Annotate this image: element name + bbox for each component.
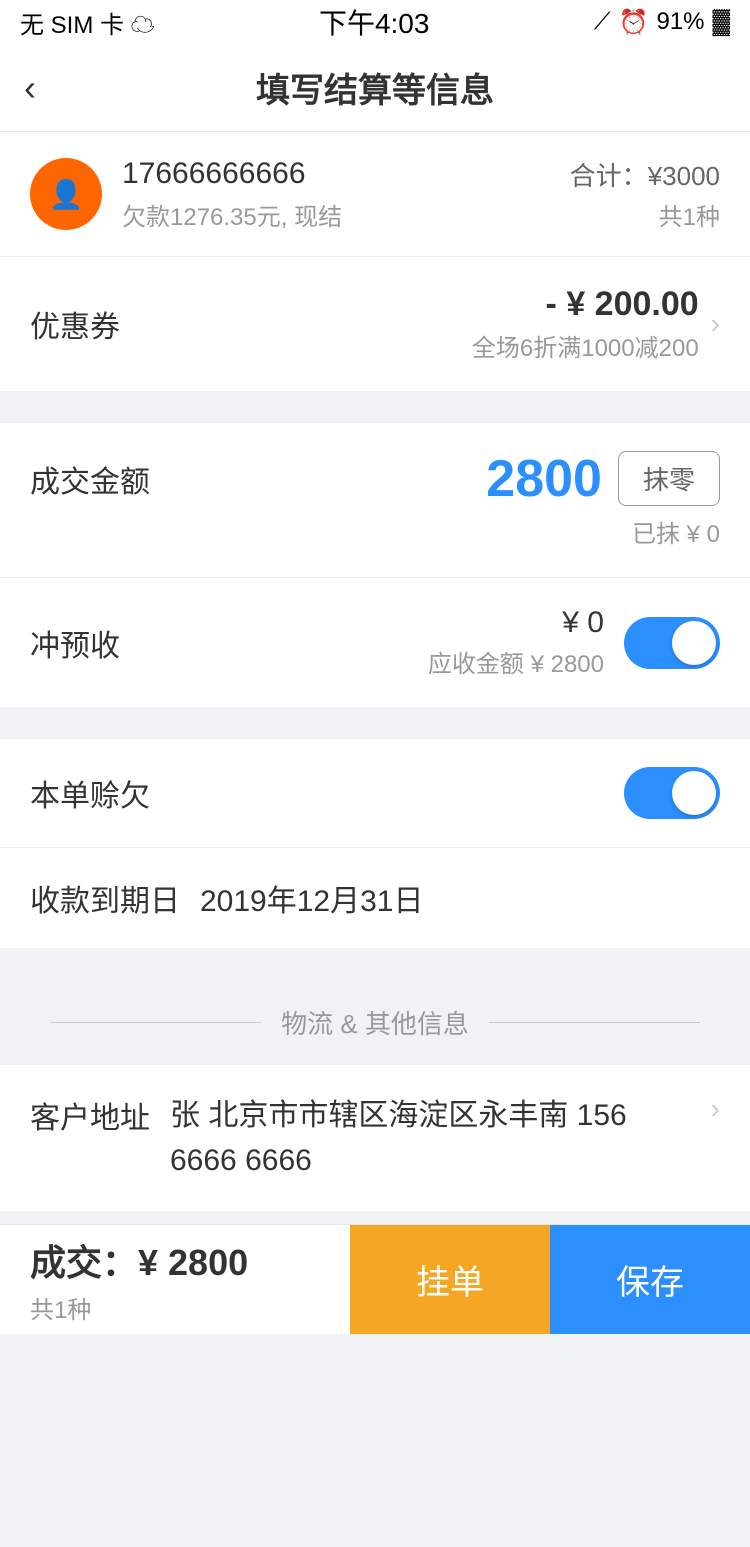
- coupon-label: 优惠券: [30, 302, 120, 346]
- bottom-summary: 成交：¥ 2800 共1种: [0, 1234, 350, 1325]
- amount-label: 成交金额: [30, 457, 150, 501]
- coupon-desc: 全场6折满1000减200: [472, 328, 699, 363]
- amount-row: 成交金额 2800 抹零: [30, 451, 720, 506]
- debit-label: 本单赊欠: [30, 771, 150, 815]
- flush-sub: 应收金额 ¥ 2800: [428, 644, 604, 679]
- total-label: 合计：¥3000: [570, 156, 720, 193]
- coupon-value: - ¥ 200.00: [472, 285, 699, 324]
- customer-card: 👤 17666666666 欠款1276.35元, 现结 合计：¥3000 共1…: [0, 132, 750, 391]
- divider-3: [0, 964, 750, 980]
- hold-button[interactable]: 挂单: [350, 1225, 550, 1334]
- debit-row: 本单赊欠: [30, 767, 720, 819]
- coupon-value-block: - ¥ 200.00 全场6折满1000减200: [472, 285, 699, 363]
- round-button[interactable]: 抹零: [618, 451, 720, 506]
- bottom-deal: 成交：¥ 2800: [30, 1234, 320, 1286]
- avatar: 👤: [30, 158, 102, 230]
- status-time: 下午4:03: [319, 2, 430, 42]
- customer-info: 17666666666 欠款1276.35元, 现结: [122, 157, 342, 232]
- customer-total: 合计：¥3000 共1种: [570, 156, 720, 232]
- debit-toggle[interactable]: [624, 767, 720, 819]
- due-date-row: 收款到期日 2019年12月31日: [30, 876, 720, 920]
- flush-label: 冲预收: [30, 621, 120, 665]
- logistics-header: 物流 & 其他信息: [0, 980, 750, 1065]
- flush-amount: ¥ 0: [428, 606, 604, 640]
- divider-1: [0, 407, 750, 423]
- coupon-chevron-icon: ›: [711, 308, 720, 340]
- flush-values: ¥ 0 应收金额 ¥ 2800: [428, 606, 604, 679]
- bottom-deal-value: ¥ 2800: [138, 1242, 248, 1283]
- address-chevron-icon: ›: [711, 1093, 720, 1125]
- due-date-label: 收款到期日: [30, 876, 180, 920]
- nav-bar: ‹ 填写结算等信息: [0, 44, 750, 132]
- total-count: 共1种: [570, 197, 720, 232]
- amount-right: 2800 抹零: [486, 451, 720, 506]
- main-content: 👤 17666666666 欠款1276.35元, 现结 合计：¥3000 共1…: [0, 132, 750, 1547]
- save-button[interactable]: 保存: [550, 1225, 750, 1334]
- status-left: 无 SIM 卡 ☁: [20, 5, 155, 40]
- bottom-bar: 成交：¥ 2800 共1种 挂单 保存: [0, 1224, 750, 1334]
- debit-card: 本单赊欠 收款到期日 2019年12月31日: [0, 739, 750, 948]
- flush-row: 冲预收 ¥ 0 应收金额 ¥ 2800: [30, 606, 720, 679]
- customer-row: 👤 17666666666 欠款1276.35元, 现结 合计：¥3000 共1…: [0, 132, 750, 256]
- coupon-right: - ¥ 200.00 全场6折满1000减200 ›: [472, 285, 720, 363]
- customer-subtitle: 欠款1276.35元, 现结: [122, 197, 342, 232]
- location-icon: ⟋: [594, 8, 611, 36]
- amount-value: 2800: [486, 453, 602, 505]
- signal-text: 无 SIM 卡 ☁: [20, 5, 155, 40]
- address-value: 张 北京市市辖区海淀区永丰南 156 6666 6666: [170, 1093, 691, 1183]
- clock-icon: ⏰: [619, 8, 649, 37]
- address-section[interactable]: 客户地址 张 北京市市辖区海淀区永丰南 156 6666 6666 ›: [0, 1065, 750, 1211]
- debit-section: 本单赊欠: [0, 739, 750, 847]
- amount-card: 成交金额 2800 抹零 已抹 ¥ 0 冲预收 ¥ 0 应收金额 ¥ 2800: [0, 423, 750, 707]
- back-button[interactable]: ‹: [24, 67, 36, 109]
- logistics-text: 物流 & 其他信息: [281, 1004, 469, 1041]
- bottom-deal-label: 成交：: [30, 1242, 138, 1283]
- amount-sub: 已抹 ¥ 0: [30, 514, 720, 549]
- flush-section: 冲预收 ¥ 0 应收金额 ¥ 2800: [0, 577, 750, 707]
- flush-right: ¥ 0 应收金额 ¥ 2800: [428, 606, 720, 679]
- customer-phone: 17666666666: [122, 157, 342, 191]
- customer-left: 👤 17666666666 欠款1276.35元, 现结: [30, 157, 342, 232]
- battery-icon: ▓: [712, 8, 730, 36]
- due-date-value: 2019年12月31日: [200, 876, 423, 920]
- bottom-count: 共1种: [30, 1290, 320, 1325]
- avatar-icon: 👤: [49, 178, 84, 211]
- battery-text: 91%: [656, 8, 704, 36]
- due-date-section: 收款到期日 2019年12月31日: [0, 847, 750, 948]
- flush-toggle[interactable]: [624, 617, 720, 669]
- address-label: 客户地址: [30, 1093, 150, 1137]
- coupon-row[interactable]: 优惠券 - ¥ 200.00 全场6折满1000减200 ›: [0, 256, 750, 391]
- bottom-actions: 挂单 保存: [350, 1225, 750, 1334]
- address-card[interactable]: 客户地址 张 北京市市辖区海淀区永丰南 156 6666 6666 ›: [0, 1065, 750, 1211]
- status-bar: 无 SIM 卡 ☁ 下午4:03 ⟋ ⏰ 91% ▓: [0, 0, 750, 44]
- divider-2: [0, 723, 750, 739]
- amount-section: 成交金额 2800 抹零 已抹 ¥ 0: [0, 423, 750, 577]
- page-title: 填写结算等信息: [256, 63, 494, 112]
- status-right: ⟋ ⏰ 91% ▓: [594, 8, 730, 37]
